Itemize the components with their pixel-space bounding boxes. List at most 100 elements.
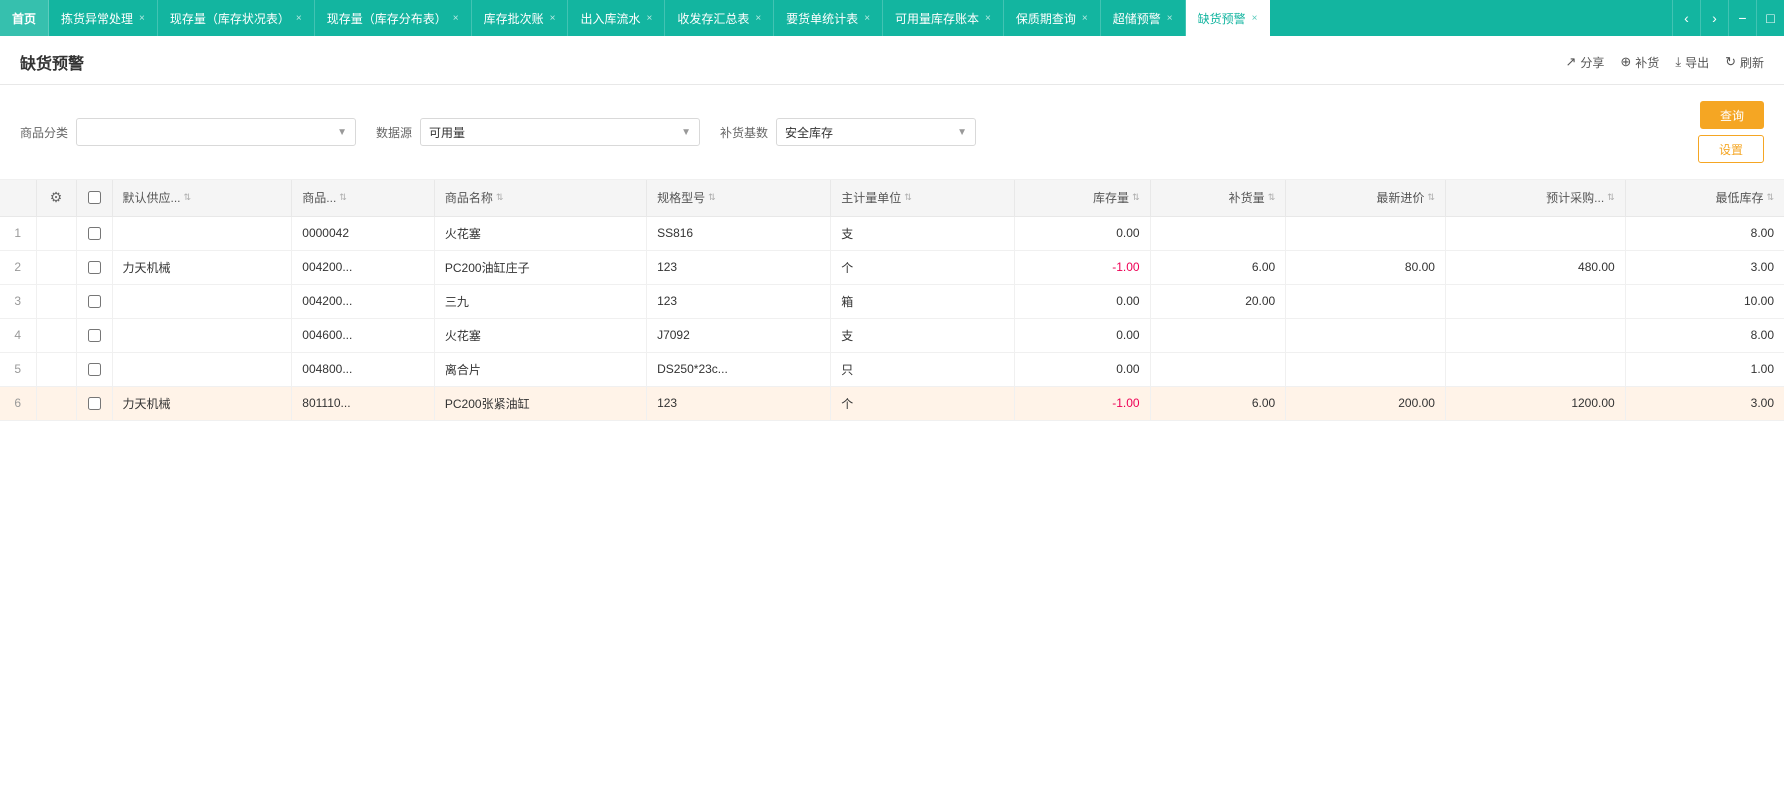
main-content: 缺货预警 ↗ 分享 ⊕ 补货 ⤓ 导出 ↻ 刷新 商品分类 — [0, 36, 1784, 796]
table-row: 4 004600... 火花塞 J7092 支 0.00 8.00 — [0, 318, 1784, 352]
cell-supplier-5: 力天机械 — [112, 386, 292, 420]
category-select[interactable]: ▼ — [76, 118, 356, 146]
select-all-checkbox-wrap[interactable] — [87, 191, 102, 204]
cell-unit-0: 支 — [831, 216, 1015, 250]
replenish-base-select-value: 安全库存 — [785, 124, 833, 141]
cell-gear-5 — [36, 386, 76, 420]
tab-close-expiry[interactable]: × — [1082, 13, 1088, 24]
export-button[interactable]: ⤓ 导出 — [1675, 54, 1709, 71]
tab-batch[interactable]: 库存批次账 × — [472, 0, 569, 36]
cell-unit-1: 个 — [831, 250, 1015, 284]
cell-spec-3: J7092 — [647, 318, 831, 352]
tab-next-button[interactable]: › — [1700, 0, 1728, 36]
settings-button[interactable]: 设置 — [1698, 135, 1764, 163]
latest-price-sort-icon: ⇅ — [1427, 192, 1435, 203]
tab-prev-button[interactable]: ‹ — [1672, 0, 1700, 36]
supplier-sort-icon: ⇅ — [184, 192, 192, 203]
row-checkbox-5[interactable] — [88, 397, 101, 410]
th-product-name: 商品名称 ⇅ — [434, 180, 646, 216]
replenish-base-select[interactable]: 安全库存 ▼ — [776, 118, 976, 146]
th-index — [0, 180, 36, 216]
replenish-button[interactable]: ⊕ 补货 — [1620, 54, 1659, 71]
tab-inout-flow[interactable]: 出入库流水 × — [568, 0, 665, 36]
th-replenish-qty: 补货量 ⇅ — [1150, 180, 1286, 216]
cell-latest-price-0 — [1286, 216, 1446, 250]
cell-est-purchase-5: 1200.00 — [1445, 386, 1625, 420]
column-settings-button[interactable]: ⚙ — [48, 187, 65, 208]
cell-stock-0: 0.00 — [1014, 216, 1150, 250]
cell-est-purchase-0 — [1445, 216, 1625, 250]
cell-gear-1 — [36, 250, 76, 284]
row-checkbox-1[interactable] — [88, 261, 101, 274]
product-name-sort-icon: ⇅ — [496, 192, 504, 203]
tab-close-available-ledger[interactable]: × — [985, 13, 991, 24]
tab-shortage[interactable]: 缺货预警 × — [1186, 0, 1271, 36]
tab-close-inventory-dist[interactable]: × — [453, 13, 459, 24]
cell-latest-price-2 — [1286, 284, 1446, 318]
cell-checkbox-5[interactable] — [76, 386, 112, 420]
tab-close-shortage[interactable]: × — [1252, 13, 1258, 24]
tab-overstock[interactable]: 超储预警 × — [1101, 0, 1186, 36]
page-title: 缺货预警 — [20, 50, 84, 74]
data-table: ⚙ 默认供应... ⇅ — [0, 180, 1784, 421]
tab-inventory-dist[interactable]: 现存量（库存分布表） × — [315, 0, 472, 36]
cell-index-1: 2 — [0, 250, 36, 284]
cell-checkbox-2[interactable] — [76, 284, 112, 318]
cell-min-stock-3: 8.00 — [1625, 318, 1784, 352]
cell-unit-3: 支 — [831, 318, 1015, 352]
cell-latest-price-3 — [1286, 318, 1446, 352]
replenish-base-label: 补货基数 — [720, 124, 768, 141]
tab-minimize-button[interactable]: − — [1728, 0, 1756, 36]
category-label: 商品分类 — [20, 124, 68, 141]
tab-home[interactable]: 首页 — [0, 0, 49, 36]
row-checkbox-4[interactable] — [88, 363, 101, 376]
cell-est-purchase-3 — [1445, 318, 1625, 352]
th-unit: 主计量单位 ⇅ — [831, 180, 1015, 216]
tab-close-order-stats[interactable]: × — [864, 13, 870, 24]
tab-close-batch[interactable]: × — [550, 13, 556, 24]
cell-stock-1: -1.00 — [1014, 250, 1150, 284]
filter-actions: 查询 设置 — [1698, 101, 1764, 163]
cell-stock-2: 0.00 — [1014, 284, 1150, 318]
tab-close-overstock[interactable]: × — [1167, 13, 1173, 24]
tab-abnormal[interactable]: 拣货异常处理 × — [49, 0, 158, 36]
cell-latest-price-1: 80.00 — [1286, 250, 1446, 284]
row-checkbox-3[interactable] — [88, 329, 101, 342]
select-all-checkbox[interactable] — [88, 191, 101, 204]
replenish-icon: ⊕ — [1620, 54, 1631, 70]
cell-gear-4 — [36, 352, 76, 386]
datasource-select-arrow-icon: ▼ — [681, 127, 691, 138]
cell-checkbox-3[interactable] — [76, 318, 112, 352]
tab-close-inout-flow[interactable]: × — [646, 13, 652, 24]
query-button[interactable]: 查询 — [1700, 101, 1764, 129]
cell-checkbox-1[interactable] — [76, 250, 112, 284]
th-est-purchase: 预计采购... ⇅ — [1445, 180, 1625, 216]
row-checkbox-0[interactable] — [88, 227, 101, 240]
row-checkbox-2[interactable] — [88, 295, 101, 308]
tab-expiry[interactable]: 保质期查询 × — [1004, 0, 1101, 36]
cell-replenish-qty-1: 6.00 — [1150, 250, 1286, 284]
cell-product-name-1: PC200油缸庄子 — [434, 250, 646, 284]
cell-checkbox-0[interactable] — [76, 216, 112, 250]
cell-min-stock-5: 3.00 — [1625, 386, 1784, 420]
tab-inventory-status[interactable]: 现存量（库存状况表） × — [158, 0, 315, 36]
refresh-button[interactable]: ↻ 刷新 — [1725, 54, 1764, 71]
share-button[interactable]: ↗ 分享 — [1565, 54, 1604, 71]
cell-supplier-1: 力天机械 — [112, 250, 292, 284]
datasource-select[interactable]: 可用量 ▼ — [420, 118, 700, 146]
table-row: 5 004800... 离合片 DS250*23c... 只 0.00 1.00 — [0, 352, 1784, 386]
cell-product-code-2: 004200... — [292, 284, 435, 318]
cell-unit-2: 箱 — [831, 284, 1015, 318]
th-gear: ⚙ — [36, 180, 76, 216]
cell-supplier-3 — [112, 318, 292, 352]
cell-est-purchase-4 — [1445, 352, 1625, 386]
tab-close-inventory-status[interactable]: × — [296, 13, 302, 24]
cell-checkbox-4[interactable] — [76, 352, 112, 386]
tab-maximize-button[interactable]: □ — [1756, 0, 1784, 36]
tab-close-abnormal[interactable]: × — [139, 13, 145, 24]
tab-close-receive-summary[interactable]: × — [755, 13, 761, 24]
filter-bar: 商品分类 ▼ 数据源 可用量 ▼ 补货基数 安全库存 ▼ 查询 设置 — [0, 85, 1784, 180]
tab-receive-summary[interactable]: 收发存汇总表 × — [665, 0, 774, 36]
tab-order-stats[interactable]: 要货单统计表 × — [774, 0, 883, 36]
tab-available-ledger[interactable]: 可用量库存账本 × — [883, 0, 1004, 36]
